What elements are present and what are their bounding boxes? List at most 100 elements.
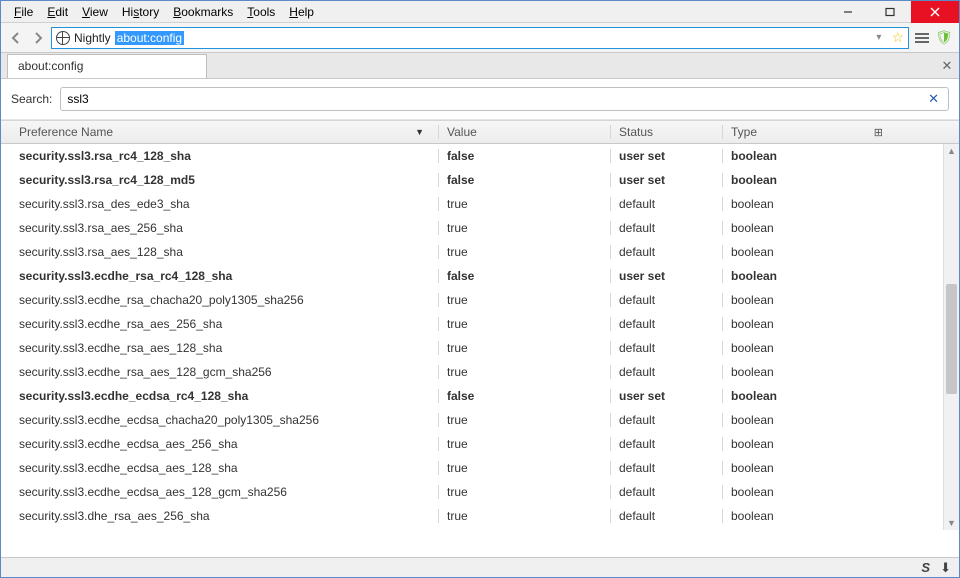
type-cell: boolean [723, 269, 897, 283]
pref-name-cell: security.ssl3.ecdhe_ecdsa_chacha20_poly1… [11, 413, 439, 427]
table-row[interactable]: security.ssl3.rsa_rc4_128_md5falseuser s… [1, 168, 943, 192]
pref-name-cell: security.ssl3.rsa_rc4_128_sha [11, 149, 439, 163]
menu-file[interactable]: File [7, 3, 40, 21]
table-row[interactable]: security.ssl3.ecdhe_ecdsa_rc4_128_shafal… [1, 384, 943, 408]
table-body-wrap: security.ssl3.rsa_rc4_128_shafalseuser s… [1, 144, 959, 530]
window-close-button[interactable] [911, 1, 959, 23]
back-button[interactable] [7, 29, 25, 47]
column-value[interactable]: Value [439, 125, 611, 139]
table-row[interactable]: security.ssl3.ecdhe_rsa_aes_128_gcm_sha2… [1, 360, 943, 384]
table-row[interactable]: security.ssl3.ecdhe_rsa_aes_128_shatrued… [1, 336, 943, 360]
type-cell: boolean [723, 485, 897, 499]
type-cell: boolean [723, 437, 897, 451]
tab-title: about:config [18, 59, 83, 73]
value-cell: false [439, 269, 611, 283]
table-row[interactable]: security.ssl3.ecdhe_rsa_rc4_128_shafalse… [1, 264, 943, 288]
type-cell: boolean [723, 317, 897, 331]
type-cell: boolean [723, 245, 897, 259]
status-cell: default [611, 485, 723, 499]
value-cell: false [439, 173, 611, 187]
table-body: security.ssl3.rsa_rc4_128_shafalseuser s… [1, 144, 943, 528]
pref-name-cell: security.ssl3.dhe_rsa_aes_256_sha [11, 509, 439, 523]
url-dropdown-icon[interactable]: ▾ [872, 32, 885, 43]
pref-name-cell: security.ssl3.ecdhe_rsa_chacha20_poly130… [11, 293, 439, 307]
url-bar[interactable]: Nightly about:config ▾ ☆ [51, 27, 909, 49]
table-row[interactable]: security.ssl3.rsa_des_ede3_shatruedefaul… [1, 192, 943, 216]
type-cell: boolean [723, 413, 897, 427]
pref-name-cell: security.ssl3.ecdhe_ecdsa_aes_256_sha [11, 437, 439, 451]
bookmark-star-icon[interactable]: ☆ [889, 29, 906, 46]
sort-descending-icon: ▼ [415, 127, 424, 137]
identity-label: Nightly [74, 31, 111, 45]
menu-tools[interactable]: Tools [240, 3, 282, 21]
status-bar: S ⬇ [1, 557, 959, 577]
status-s-icon[interactable]: S [921, 560, 930, 575]
pref-name-cell: security.ssl3.rsa_aes_128_sha [11, 245, 439, 259]
table-row[interactable]: security.ssl3.ecdhe_rsa_chacha20_poly130… [1, 288, 943, 312]
table-row[interactable]: security.ssl3.ecdhe_ecdsa_chacha20_poly1… [1, 408, 943, 432]
menu-view[interactable]: View [75, 3, 115, 21]
status-cell: default [611, 341, 723, 355]
column-pref-name[interactable]: Preference Name ▼ [11, 125, 439, 139]
table-row[interactable]: security.ssl3.ecdhe_ecdsa_aes_256_shatru… [1, 432, 943, 456]
value-cell: true [439, 293, 611, 307]
tab-about-config[interactable]: about:config [7, 54, 207, 78]
type-cell: boolean [723, 509, 897, 523]
scroll-down-icon[interactable]: ▼ [944, 516, 959, 530]
status-cell: user set [611, 269, 723, 283]
value-cell: true [439, 197, 611, 211]
pref-name-cell: security.ssl3.ecdhe_ecdsa_rc4_128_sha [11, 389, 439, 403]
menu-history[interactable]: History [115, 3, 166, 21]
table-row[interactable]: security.ssl3.rsa_aes_256_shatruedefault… [1, 216, 943, 240]
status-cell: default [611, 365, 723, 379]
type-cell: boolean [723, 221, 897, 235]
menu-bar: File Edit View History Bookmarks Tools H… [1, 1, 959, 23]
table-row[interactable]: security.ssl3.ecdhe_rsa_aes_256_shatrued… [1, 312, 943, 336]
window-maximize-button[interactable] [869, 1, 911, 23]
value-cell: true [439, 485, 611, 499]
search-input[interactable] [67, 92, 925, 106]
status-cell: default [611, 413, 723, 427]
value-cell: true [439, 365, 611, 379]
scrollbar-thumb[interactable] [946, 284, 957, 394]
value-cell: false [439, 389, 611, 403]
status-cell: default [611, 509, 723, 523]
scroll-up-icon[interactable]: ▲ [944, 144, 959, 158]
status-cell: user set [611, 149, 723, 163]
column-status[interactable]: Status [611, 125, 723, 139]
tabs-close-icon[interactable]: ✕ [935, 58, 959, 74]
type-cell: boolean [723, 149, 897, 163]
column-type[interactable]: Type ⊞ [723, 125, 897, 139]
status-cell: user set [611, 173, 723, 187]
type-cell: boolean [723, 461, 897, 475]
menu-help[interactable]: Help [282, 3, 321, 21]
menu-bookmarks[interactable]: Bookmarks [166, 3, 240, 21]
vertical-scrollbar[interactable]: ▲ ▼ [943, 144, 959, 530]
column-picker-icon[interactable]: ⊞ [874, 126, 889, 139]
shield-icon[interactable]: 🛡 [935, 29, 953, 47]
table-row[interactable]: security.ssl3.rsa_aes_128_shatruedefault… [1, 240, 943, 264]
status-download-icon[interactable]: ⬇ [940, 560, 951, 576]
status-cell: default [611, 221, 723, 235]
table-row[interactable]: security.ssl3.ecdhe_ecdsa_aes_128_gcm_sh… [1, 480, 943, 504]
status-cell: default [611, 317, 723, 331]
window-minimize-button[interactable] [827, 1, 869, 23]
pref-name-cell: security.ssl3.ecdhe_rsa_aes_128_sha [11, 341, 439, 355]
nav-toolbar: Nightly about:config ▾ ☆ 🛡 [1, 23, 959, 53]
table-row[interactable]: security.ssl3.dhe_rsa_aes_256_shatruedef… [1, 504, 943, 528]
value-cell: false [439, 149, 611, 163]
value-cell: true [439, 461, 611, 475]
forward-button[interactable] [29, 29, 47, 47]
menu-edit[interactable]: Edit [40, 3, 75, 21]
table-row[interactable]: security.ssl3.ecdhe_ecdsa_aes_128_shatru… [1, 456, 943, 480]
table-row[interactable]: security.ssl3.rsa_rc4_128_shafalseuser s… [1, 144, 943, 168]
pref-name-cell: security.ssl3.rsa_aes_256_sha [11, 221, 439, 235]
search-label: Search: [11, 92, 52, 106]
url-text[interactable]: about:config [115, 31, 184, 45]
value-cell: true [439, 437, 611, 451]
hamburger-menu-button[interactable] [913, 29, 931, 47]
search-clear-icon[interactable]: ✕ [925, 91, 942, 107]
globe-icon [56, 31, 70, 45]
value-cell: true [439, 245, 611, 259]
value-cell: true [439, 413, 611, 427]
